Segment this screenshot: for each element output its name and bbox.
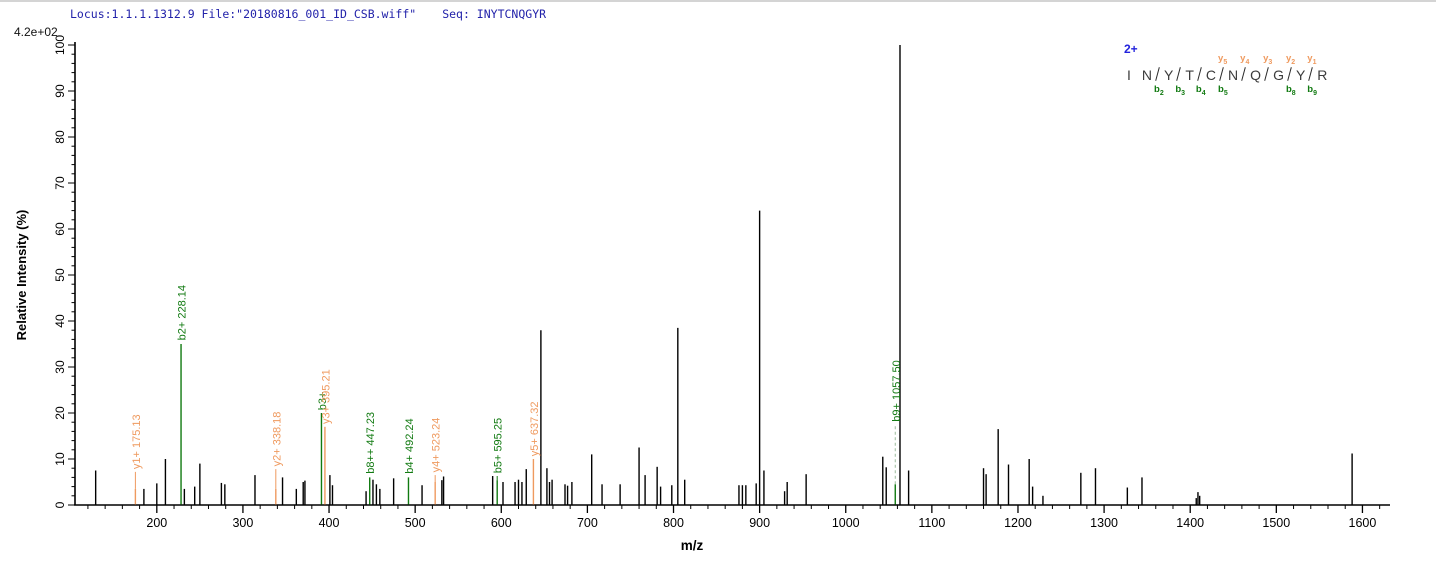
y-tick-label: 20 — [53, 406, 67, 420]
b-ion-label: b9 — [1307, 84, 1317, 97]
fragmentation-site: b3 — [1174, 53, 1184, 97]
x-tick-label: 600 — [491, 516, 512, 530]
residue: Q — [1249, 55, 1262, 95]
x-axis-title: m/z — [681, 538, 704, 553]
residue: N — [1141, 55, 1153, 95]
residue: Y — [1163, 55, 1174, 95]
x-tick-label: 500 — [405, 516, 426, 530]
x-tick-label: 1300 — [1090, 516, 1118, 530]
y-ion-label: y2 — [1286, 53, 1295, 66]
y-ion-label: y4 — [1240, 53, 1249, 66]
y-tick-label: 70 — [53, 176, 67, 190]
cleavage-slash-icon — [1287, 67, 1292, 81]
x-tick-label: 1000 — [832, 516, 860, 530]
cleavage-slash-icon — [1219, 67, 1224, 81]
cleavage-slash-icon — [1197, 67, 1202, 81]
y-tick-label: 0 — [53, 501, 67, 508]
fragment-annotation: y2+ 338.18 — [271, 412, 283, 467]
peptide-fragment-panel: 2+ INb2Yb3Tb4Cy5b5Ny4Qy3Gy2b8Yy1b9R — [1126, 40, 1328, 97]
fragment-annotation: b2+ 228.14 — [177, 285, 189, 340]
y-tick-label: 10 — [53, 452, 67, 466]
y-tick-label: 50 — [53, 268, 67, 282]
fragmentation-site: y1 b9 — [1306, 53, 1316, 97]
x-tick-label: 800 — [663, 516, 684, 530]
fragmentation-site: y2 b8 — [1285, 53, 1295, 97]
y-ion-label: y1 — [1307, 53, 1316, 66]
b-ion-label: b2 — [1154, 84, 1164, 97]
fragment-annotation: y4+ 523.24 — [431, 418, 443, 473]
fragmentation-site: b4 — [1195, 53, 1205, 97]
y-tick-label: 90 — [53, 84, 67, 98]
residue: G — [1272, 55, 1285, 95]
fragment-annotation: b8++ 447.23 — [365, 412, 377, 474]
cleavage-slash-icon — [1241, 67, 1246, 81]
fragmentation-site: b2 — [1153, 53, 1163, 97]
x-tick-label: 300 — [232, 516, 253, 530]
fragment-annotation: b5+ 595.25 — [493, 418, 505, 473]
cleavage-slash-icon — [1309, 67, 1314, 81]
cleavage-slash-icon — [1155, 67, 1160, 81]
residue-spacer — [1132, 53, 1141, 97]
residue: R — [1316, 55, 1328, 95]
fragment-annotation: y3+ 395.21 — [320, 369, 332, 424]
residue: Y — [1295, 55, 1306, 95]
precursor-charge: 2+ — [1124, 42, 1138, 56]
y-tick-label: 100 — [53, 35, 67, 55]
cleavage-slash-icon — [1177, 67, 1182, 81]
x-tick-label: 1400 — [1176, 516, 1204, 530]
y-tick-label: 30 — [53, 360, 67, 374]
fragmentation-site: y5 b5 — [1217, 53, 1227, 97]
y-tick-label: 80 — [53, 130, 67, 144]
x-tick-label: 1600 — [1349, 516, 1377, 530]
x-tick-label: 200 — [146, 516, 167, 530]
b-ion-label: b4 — [1196, 84, 1206, 97]
cleavage-slash-icon — [1264, 67, 1269, 81]
y-tick-label: 60 — [53, 222, 67, 236]
x-tick-label: 700 — [577, 516, 598, 530]
peptide-sequence: INb2Yb3Tb4Cy5b5Ny4Qy3Gy2b8Yy1b9R — [1126, 40, 1328, 97]
y-ion-label: y3 — [1263, 53, 1272, 66]
b-ion-label: b3 — [1175, 84, 1185, 97]
b-ion-label: b8 — [1286, 84, 1296, 97]
fragment-annotation: b4+ 492.24 — [404, 418, 416, 473]
x-tick-label: 900 — [749, 516, 770, 530]
residue: T — [1184, 55, 1195, 95]
y-tick-label: 40 — [53, 314, 67, 328]
residue: C — [1205, 55, 1217, 95]
b-ion-label: b5 — [1218, 84, 1228, 97]
fragmentation-site: y4 — [1239, 53, 1249, 97]
fragment-annotation: y1+ 175.13 — [131, 414, 143, 469]
x-tick-label: 1500 — [1262, 516, 1290, 530]
residue: N — [1227, 55, 1239, 95]
y-axis-title: Relative Intensity (%) — [14, 210, 29, 341]
x-tick-label: 400 — [319, 516, 340, 530]
fragmentation-site: y3 — [1262, 53, 1272, 97]
fragment-annotation: b9+ 1057.50 — [891, 360, 903, 421]
x-tick-label: 1200 — [1004, 516, 1032, 530]
fragment-annotation: y5+ 637.32 — [529, 401, 541, 456]
y-ion-label: y5 — [1218, 53, 1227, 66]
x-tick-label: 1100 — [918, 516, 945, 530]
